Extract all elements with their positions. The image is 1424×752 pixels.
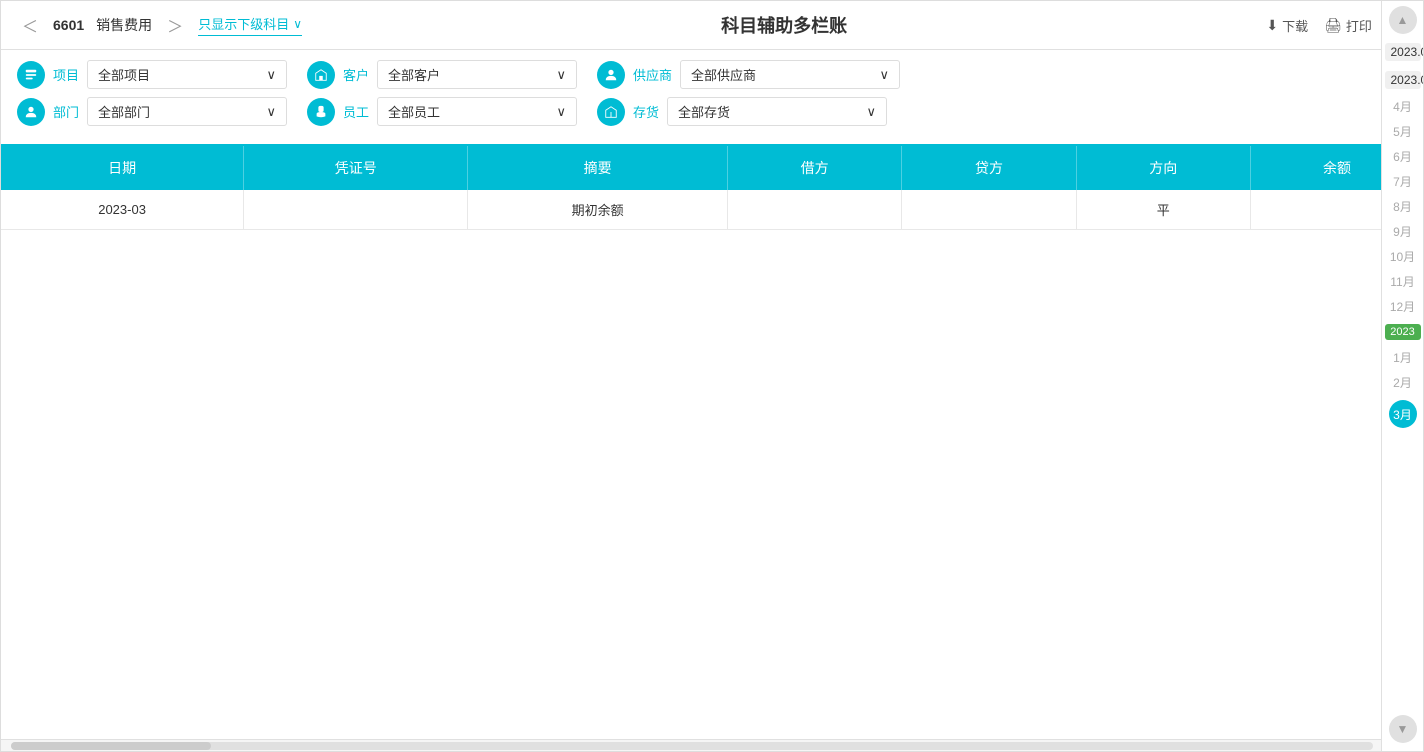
- stock-icon: [597, 98, 625, 126]
- sidebar-period-1[interactable]: 2023.03: [1382, 38, 1423, 66]
- employee-filter: 员工 全部员工 ∨: [307, 97, 577, 126]
- supplier-filter: 供应商 全部供应商 ∨: [597, 60, 900, 89]
- sidebar-month-12[interactable]: 12月: [1382, 294, 1423, 319]
- download-label: 下载: [1282, 16, 1308, 35]
- col-direction: 方向: [1076, 146, 1250, 190]
- chevron-down-icon: ∨: [267, 104, 277, 120]
- customer-value: 全部客户: [388, 65, 440, 84]
- customer-icon: [307, 61, 335, 89]
- chevron-down-icon: ∨: [267, 67, 277, 83]
- employee-label: 员工: [343, 102, 369, 121]
- show-sub-label: 只显示下级科目: [198, 14, 289, 33]
- sidebar-month-3-active[interactable]: 3月: [1382, 395, 1423, 433]
- month-active-tag: 3月: [1389, 400, 1417, 428]
- stock-label: 存货: [633, 102, 659, 121]
- project-value: 全部项目: [98, 65, 150, 84]
- project-icon: [17, 61, 45, 89]
- dept-icon: [17, 98, 45, 126]
- filter-area: 项目 全部项目 ∨ 客户 全部客户 ∨: [1, 50, 1423, 144]
- sidebar-month-11[interactable]: 11月: [1382, 269, 1423, 294]
- table-header-row: 日期 凭证号 摘要 借方 贷方 方向 余额: [1, 146, 1423, 190]
- stock-filter: 存货 全部存货 ∨: [597, 97, 887, 126]
- cell-date: 2023-03: [1, 190, 244, 230]
- stock-value: 全部存货: [678, 102, 730, 121]
- customer-label: 客户: [343, 65, 369, 84]
- print-label: 打印: [1346, 16, 1372, 35]
- supplier-value: 全部供应商: [691, 65, 756, 84]
- up-arrow-icon: ▲: [1397, 13, 1409, 27]
- download-icon: ⬇: [1266, 17, 1278, 34]
- chevron-down-icon: ∨: [867, 104, 877, 120]
- customer-select[interactable]: 全部客户 ∨: [377, 60, 577, 89]
- cell-direction: 平: [1076, 190, 1250, 230]
- supplier-select[interactable]: 全部供应商 ∨: [680, 60, 900, 89]
- period-tag-1: 2023.03: [1385, 43, 1421, 61]
- dept-label: 部门: [53, 102, 79, 121]
- sidebar-month-2[interactable]: 2月: [1382, 370, 1423, 395]
- sidebar-year-2023[interactable]: 2023: [1382, 319, 1423, 345]
- employee-icon: [307, 98, 335, 126]
- download-button[interactable]: ⬇ 下载: [1266, 16, 1308, 35]
- sidebar-month-4[interactable]: 4月: [1382, 94, 1423, 119]
- filter-row-1: 项目 全部项目 ∨ 客户 全部客户 ∨: [17, 60, 1407, 89]
- page-title: 科目辅助多栏账: [312, 12, 1256, 38]
- sidebar-month-5[interactable]: 5月: [1382, 119, 1423, 144]
- chevron-down-icon: ∨: [880, 67, 890, 83]
- table-row: 2023-03 期初余额 平: [1, 190, 1423, 230]
- col-debit: 借方: [728, 146, 902, 190]
- data-table: 日期 凭证号 摘要 借方 贷方 方向 余额 2023-03 期初余额 平: [1, 146, 1423, 230]
- chevron-down-icon: ∨: [293, 17, 302, 31]
- down-arrow-icon: ▼: [1397, 722, 1409, 736]
- sidebar-month-6[interactable]: 6月: [1382, 144, 1423, 169]
- print-icon: 🖨: [1324, 17, 1342, 34]
- account-name: 销售费用: [96, 15, 152, 35]
- horizontal-scrollbar[interactable]: [1, 739, 1383, 751]
- period-tag-2: 2023.03: [1385, 71, 1421, 89]
- cell-voucher: [244, 190, 468, 230]
- project-filter: 项目 全部项目 ∨: [17, 60, 287, 89]
- project-select[interactable]: 全部项目 ∨: [87, 60, 287, 89]
- customer-filter: 客户 全部客户 ∨: [307, 60, 577, 89]
- prev-account-btn[interactable]: ＜: [17, 11, 43, 39]
- print-button[interactable]: 🖨 打印: [1324, 16, 1372, 35]
- sidebar-period-2[interactable]: 2023.03: [1382, 66, 1423, 94]
- stock-select[interactable]: 全部存货 ∨: [667, 97, 887, 126]
- sidebar-month-1[interactable]: 1月: [1382, 345, 1423, 370]
- cell-credit: [902, 190, 1076, 230]
- sidebar-month-8[interactable]: 8月: [1382, 194, 1423, 219]
- dept-select[interactable]: 全部部门 ∨: [87, 97, 287, 126]
- main-window: ＜ 6601 销售费用 ＞ 只显示下级科目 ∨ 科目辅助多栏账 ⬇ 下载 🖨 打…: [0, 0, 1424, 752]
- sidebar-up-button[interactable]: ▲: [1389, 6, 1417, 34]
- right-sidebar: ▲ 2023.03 2023.03 4月 5月 6月 7月 8月 9月 10月 …: [1381, 1, 1423, 751]
- sidebar-month-9[interactable]: 9月: [1382, 219, 1423, 244]
- show-sub-toggle[interactable]: 只显示下级科目 ∨: [198, 14, 302, 36]
- col-voucher: 凭证号: [244, 146, 468, 190]
- cell-summary: 期初余额: [468, 190, 728, 230]
- chevron-down-icon: ∨: [557, 104, 567, 120]
- dept-filter: 部门 全部部门 ∨: [17, 97, 287, 126]
- scroll-track: [11, 742, 1373, 750]
- table-container: 日期 凭证号 摘要 借方 贷方 方向 余额 2023-03 期初余额 平: [1, 144, 1423, 230]
- chevron-down-icon: ∨: [557, 67, 567, 83]
- account-code: 6601: [53, 17, 84, 33]
- sidebar-month-7[interactable]: 7月: [1382, 169, 1423, 194]
- year-active-tag: 2023: [1385, 324, 1421, 340]
- supplier-label: 供应商: [633, 65, 672, 84]
- cell-debit: [728, 190, 902, 230]
- sidebar-down-button[interactable]: ▼: [1389, 715, 1417, 743]
- header: ＜ 6601 销售费用 ＞ 只显示下级科目 ∨ 科目辅助多栏账 ⬇ 下载 🖨 打…: [1, 1, 1423, 50]
- filter-row-2: 部门 全部部门 ∨ 员工 全部员工 ∨: [17, 97, 1407, 126]
- next-account-btn[interactable]: ＞: [162, 11, 188, 39]
- employee-value: 全部员工: [388, 102, 440, 121]
- supplier-icon: [597, 61, 625, 89]
- employee-select[interactable]: 全部员工 ∨: [377, 97, 577, 126]
- col-summary: 摘要: [468, 146, 728, 190]
- sidebar-month-10[interactable]: 10月: [1382, 244, 1423, 269]
- col-credit: 贷方: [902, 146, 1076, 190]
- dept-value: 全部部门: [98, 102, 150, 121]
- project-label: 项目: [53, 65, 79, 84]
- col-date: 日期: [1, 146, 244, 190]
- scroll-thumb[interactable]: [11, 742, 211, 750]
- action-buttons: ⬇ 下载 🖨 打印: [1266, 16, 1372, 35]
